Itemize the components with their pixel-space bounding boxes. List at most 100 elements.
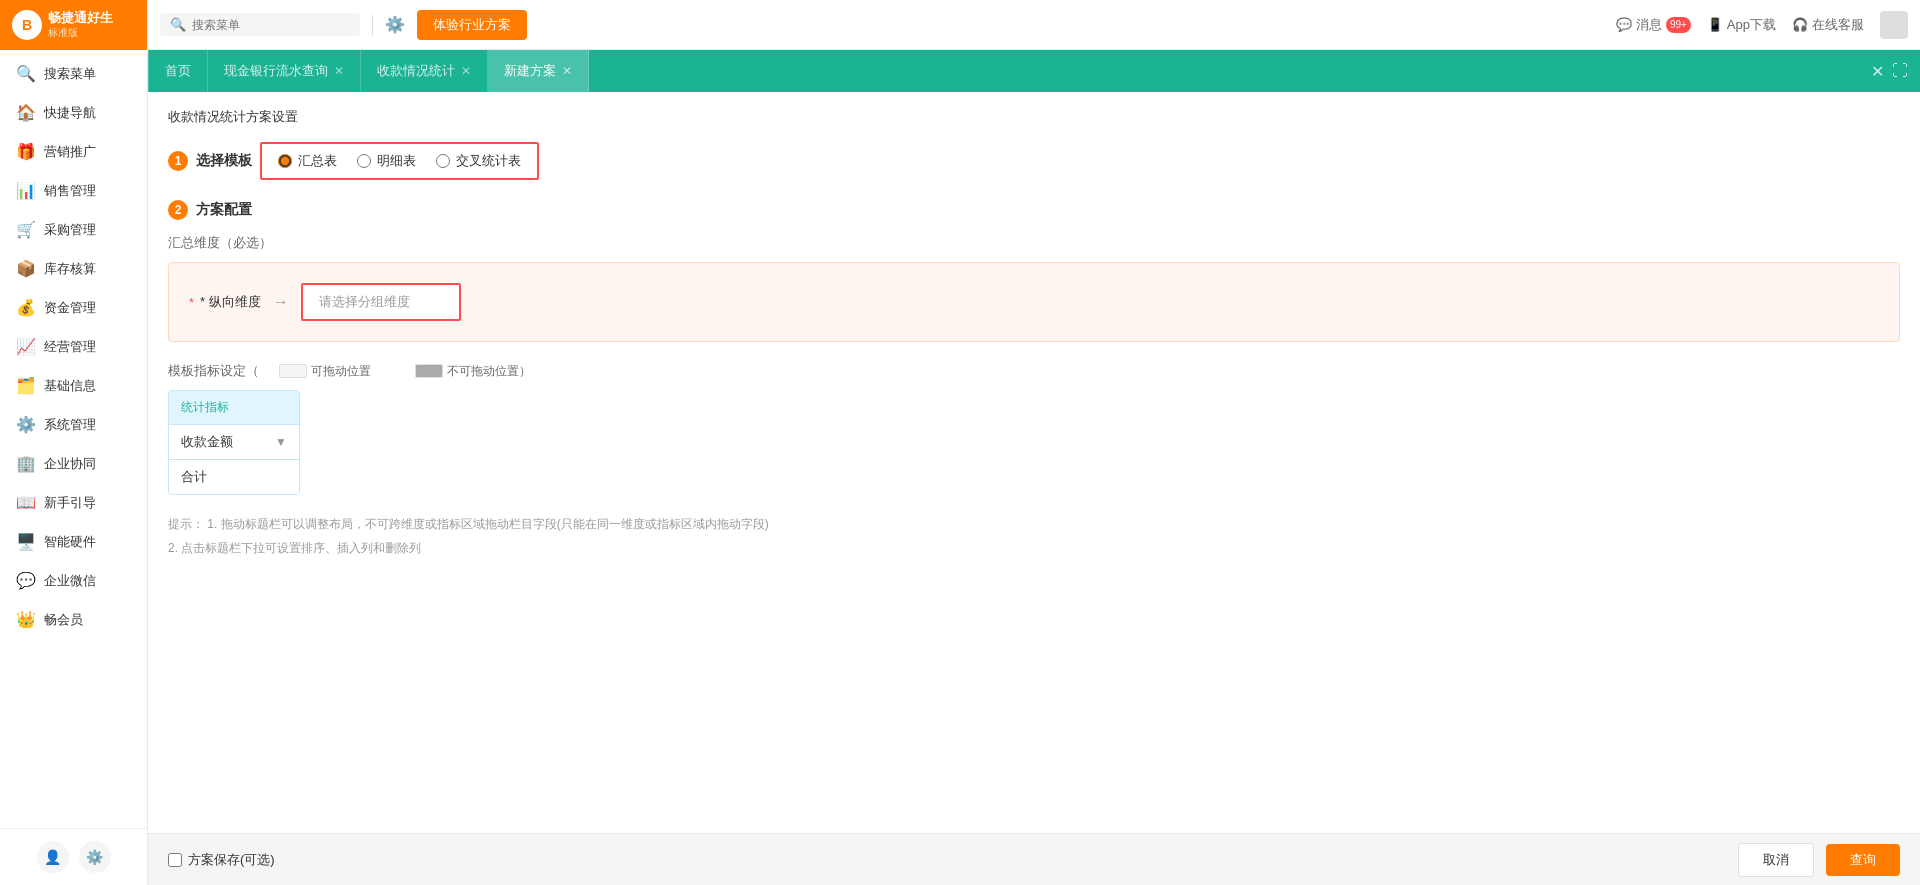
tab-close-all-btn[interactable]: ✕ [1871, 62, 1884, 81]
sidebar-item-inventory[interactable]: 📦库存核算 [0, 249, 147, 288]
service-item[interactable]: 🎧 在线客服 [1792, 16, 1864, 34]
purchase-icon: 🛒 [16, 220, 36, 239]
search-icon: 🔍 [16, 64, 36, 83]
tab-collection-stat-close[interactable]: ✕ [461, 64, 471, 78]
main-area: 🔍 ⚙️ 体验行业方案 💬 消息 99+ 📱 App下载 🎧 在线客服 [148, 0, 1920, 885]
dimension-row: * * 纵向维度 → 请选择分组维度 [189, 283, 1879, 321]
query-button[interactable]: 查询 [1826, 844, 1900, 876]
hardware-icon: 🖥️ [16, 532, 36, 551]
sidebar-item-system[interactable]: ⚙️ 系统管理 [0, 405, 147, 444]
step1-title: 选择模板 [196, 152, 252, 170]
sidebar-item-label-operation: 经营管理 [44, 338, 96, 356]
tab-bank-flow[interactable]: 现金银行流水查询 ✕ [208, 50, 361, 92]
step2-header: 2 方案配置 [168, 200, 1900, 220]
sidebar-item-label-system: 系统管理 [44, 416, 96, 434]
sidebar-item-label-enterprise: 企业协同 [44, 455, 96, 473]
tips-section: 提示： 1. 拖动标题栏可以调整布局，不可跨维度或指标区域拖动栏目字段(只能在同… [168, 514, 1900, 559]
indicator-table: 统计指标 收款金额 ▼ 合计 [168, 390, 300, 495]
step2-number: 2 [168, 200, 188, 220]
tab-collection-stat[interactable]: 收款情况统计 ✕ [361, 50, 488, 92]
enterprise-icon: 🏢 [16, 454, 36, 473]
sidebar-item-label-marketing: 营销推广 [44, 143, 96, 161]
step1-number: 1 [168, 151, 188, 171]
sidebar: B 畅捷通好生 标准版 🔍搜索菜单🏠快捷导航🎁营销推广📊销售管理🛒采购管理📦库存… [0, 0, 148, 885]
dimension-selector[interactable]: 请选择分组维度 [301, 283, 461, 321]
dimension-area: * * 纵向维度 → 请选择分组维度 [168, 262, 1900, 342]
config-section: 汇总维度（必选） * * 纵向维度 → 请选择分组维度 模板指标设定（ [168, 234, 1900, 559]
service-icon: 🎧 [1792, 17, 1808, 32]
sidebar-item-label-inventory: 库存核算 [44, 260, 96, 278]
sidebar-bottom: 👤 ⚙️ [0, 828, 147, 885]
search-box[interactable]: 🔍 [160, 13, 360, 36]
search-icon: 🔍 [170, 17, 186, 32]
option-summary[interactable]: 汇总表 [278, 152, 337, 170]
operation-icon: 📈 [16, 337, 36, 356]
sidebar-item-member[interactable]: 👑畅会员 [0, 600, 147, 639]
option-detail[interactable]: 明细表 [357, 152, 416, 170]
tab-collection-stat-label: 收款情况统计 [377, 62, 455, 80]
sidebar-item-basic[interactable]: 🗂️基础信息 [0, 366, 147, 405]
tab-expand-btn[interactable]: ⛶ [1892, 62, 1908, 80]
indicator-chevron-icon[interactable]: ▼ [275, 435, 287, 449]
option-cross[interactable]: 交叉统计表 [436, 152, 521, 170]
cancel-button[interactable]: 取消 [1738, 843, 1814, 877]
logo-text: 畅捷通好生 [48, 10, 113, 26]
sidebar-item-newbie[interactable]: 📖新手引导 [0, 483, 147, 522]
sidebar-item-finance[interactable]: 💰资金管理 [0, 288, 147, 327]
user-avatar[interactable] [1880, 11, 1908, 39]
radio-detail[interactable] [357, 154, 371, 168]
logo-icon: B [12, 10, 42, 40]
download-item[interactable]: 📱 App下载 [1707, 16, 1776, 34]
sidebar-bottom-icon-1[interactable]: 👤 [37, 841, 69, 873]
save-checkbox[interactable] [168, 853, 182, 867]
radio-cross[interactable] [436, 154, 450, 168]
non-draggable-toggle[interactable] [415, 364, 443, 378]
option-detail-label: 明细表 [377, 152, 416, 170]
page-title: 收款情况统计方案设置 [168, 108, 1900, 126]
trial-button[interactable]: 体验行业方案 [417, 10, 527, 40]
finance-icon: 💰 [16, 298, 36, 317]
notification-icon: 💬 [1616, 17, 1632, 32]
content-inner: 收款情况统计方案设置 1 选择模板 汇总表 明细表 [148, 92, 1920, 833]
sidebar-item-purchase[interactable]: 🛒采购管理 [0, 210, 147, 249]
tab-bank-flow-label: 现金银行流水查询 [224, 62, 328, 80]
sidebar-item-hardware[interactable]: 🖥️智能硬件 [0, 522, 147, 561]
required-star: * [189, 295, 194, 310]
sidebar-item-search[interactable]: 🔍 搜索菜单 [0, 54, 147, 93]
save-option: 方案保存(可选) [168, 851, 275, 869]
search-input[interactable] [192, 18, 332, 32]
radio-summary[interactable] [278, 154, 292, 168]
non-draggable-toggle-label: 不可拖动位置） [415, 363, 531, 380]
gear-icon[interactable]: ⚙️ [385, 15, 405, 34]
sidebar-item-enterprise[interactable]: 🏢 企业协同 [0, 444, 147, 483]
sidebar-item-label-search: 搜索菜单 [44, 65, 96, 83]
notification-label: 消息 [1636, 16, 1662, 34]
system-icon: ⚙️ [16, 415, 36, 434]
download-icon: 📱 [1707, 17, 1723, 32]
template-options-box: 汇总表 明细表 交叉统计表 [260, 142, 539, 180]
indicator-total: 合计 [169, 459, 299, 494]
tabbar: 首页 现金银行流水查询 ✕ 收款情况统计 ✕ 新建方案 ✕ ✕ ⛶ [148, 50, 1920, 92]
step1-section: 1 选择模板 汇总表 明细表 交叉统计表 [168, 142, 1900, 180]
sidebar-item-wechat[interactable]: 💬企业微信 [0, 561, 147, 600]
sidebar-item-quick-nav[interactable]: 🏠快捷导航 [0, 93, 147, 132]
sidebar-item-marketing[interactable]: 🎁营销推广 [0, 132, 147, 171]
wechat-icon: 💬 [16, 571, 36, 590]
dimension-title: 汇总维度（必选） [168, 234, 1900, 252]
sidebar-item-sales[interactable]: 📊销售管理 [0, 171, 147, 210]
topbar: 🔍 ⚙️ 体验行业方案 💬 消息 99+ 📱 App下载 🎧 在线客服 [148, 0, 1920, 50]
sidebar-item-operation[interactable]: 📈 经营管理 [0, 327, 147, 366]
draggable-toggle[interactable] [279, 364, 307, 378]
tab-bank-flow-close[interactable]: ✕ [334, 64, 344, 78]
tab-new-plan[interactable]: 新建方案 ✕ [488, 50, 589, 92]
tab-home-label: 首页 [165, 62, 191, 80]
sidebar-bottom-icon-2[interactable]: ⚙️ [79, 841, 111, 873]
tab-new-plan-close[interactable]: ✕ [562, 64, 572, 78]
tab-new-plan-label: 新建方案 [504, 62, 556, 80]
notification-item[interactable]: 💬 消息 99+ [1616, 16, 1691, 34]
quick-nav-icon: 🏠 [16, 103, 36, 122]
tab-home[interactable]: 首页 [148, 50, 208, 92]
download-label: App下载 [1727, 16, 1776, 34]
sidebar-item-label-member: 畅会员 [44, 611, 83, 629]
dimension-row-label: * 纵向维度 [200, 293, 261, 311]
